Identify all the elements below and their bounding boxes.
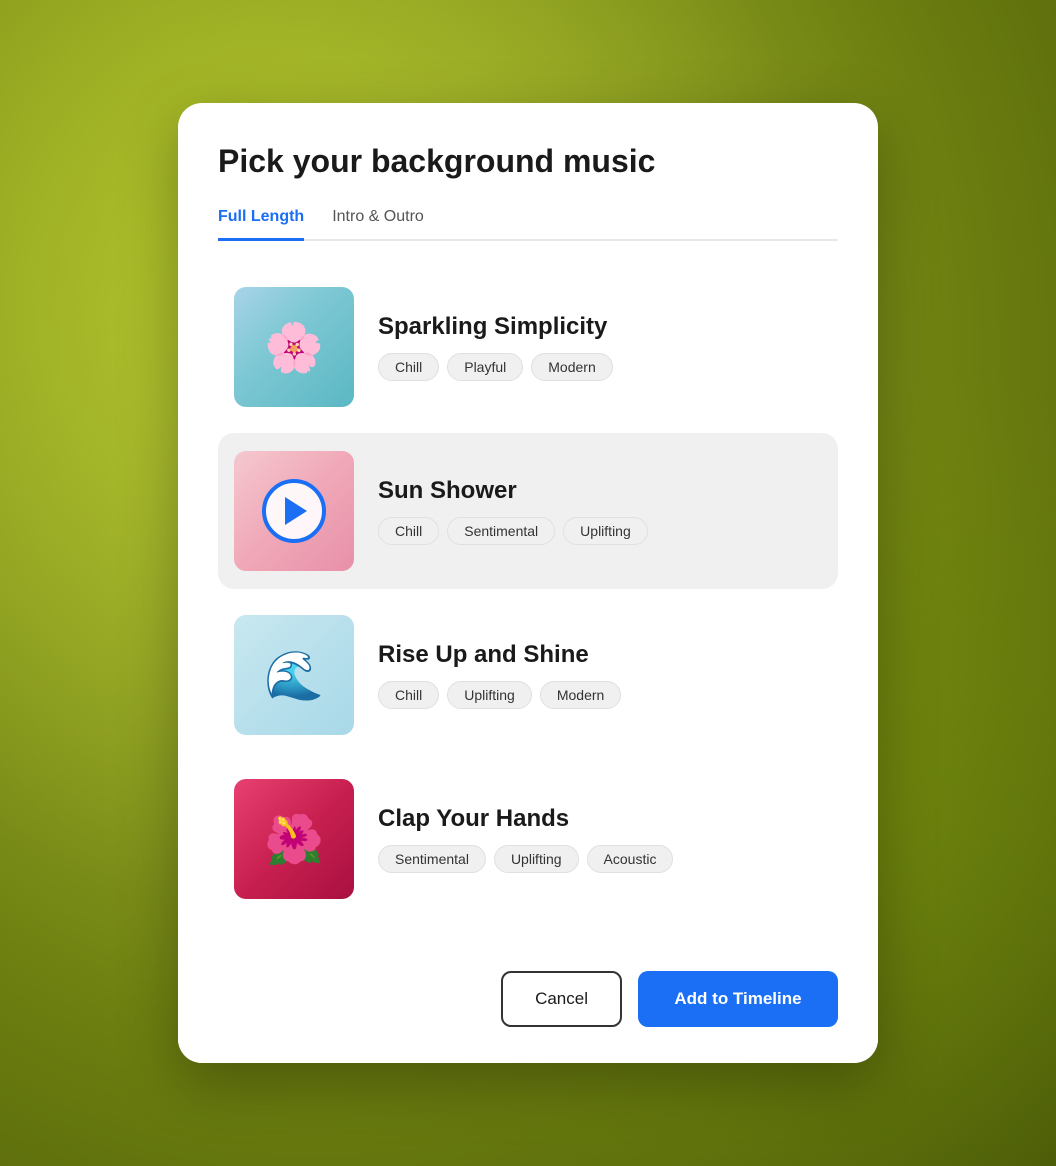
tag-list-rise-up-and-shine: Chill Uplifting Modern [378, 681, 822, 709]
add-to-timeline-button[interactable]: Add to Timeline [638, 971, 838, 1027]
tag-list-sun-shower: Chill Sentimental Uplifting [378, 517, 822, 545]
track-info-sparkling-simplicity: Sparkling Simplicity Chill Playful Moder… [354, 313, 822, 381]
track-thumb-sparkling-simplicity [234, 287, 354, 407]
track-info-sun-shower: Sun Shower Chill Sentimental Uplifting [354, 477, 822, 545]
track-name-rise-up-and-shine: Rise Up and Shine [378, 641, 822, 669]
track-thumb-clap-your-hands [234, 779, 354, 899]
modal-title: Pick your background music [218, 143, 838, 180]
track-info-rise-up-and-shine: Rise Up and Shine Chill Uplifting Modern [354, 641, 822, 709]
tag-modern-2: Modern [540, 681, 621, 709]
track-item-sparkling-simplicity[interactable]: Sparkling Simplicity Chill Playful Moder… [218, 269, 838, 425]
tag-list-clap-your-hands: Sentimental Uplifting Acoustic [378, 845, 822, 873]
music-picker-modal: Pick your background music Full Length I… [178, 103, 878, 1063]
tag-uplifting-1: Uplifting [563, 517, 648, 545]
play-button-sun-shower[interactable] [262, 479, 326, 543]
tag-uplifting-2: Uplifting [447, 681, 532, 709]
tab-full-length[interactable]: Full Length [218, 208, 304, 241]
track-info-clap-your-hands: Clap Your Hands Sentimental Uplifting Ac… [354, 805, 822, 873]
track-list: Sparkling Simplicity Chill Playful Moder… [218, 269, 854, 947]
play-triangle-icon [285, 497, 307, 525]
track-name-sparkling-simplicity: Sparkling Simplicity [378, 313, 822, 341]
tag-uplifting-3: Uplifting [494, 845, 579, 873]
track-thumb-rise-up-and-shine [234, 615, 354, 735]
track-item-sun-shower[interactable]: Sun Shower Chill Sentimental Uplifting [218, 433, 838, 589]
tag-chill-3: Chill [378, 681, 439, 709]
modal-content: Pick your background music Full Length I… [178, 103, 878, 947]
track-name-clap-your-hands: Clap Your Hands [378, 805, 822, 833]
cancel-button[interactable]: Cancel [501, 971, 622, 1027]
track-item-clap-your-hands[interactable]: Clap Your Hands Sentimental Uplifting Ac… [218, 761, 838, 917]
tag-sentimental-1: Sentimental [447, 517, 555, 545]
tab-intro-outro[interactable]: Intro & Outro [332, 208, 424, 241]
tag-chill-2: Chill [378, 517, 439, 545]
tag-sentimental-2: Sentimental [378, 845, 486, 873]
tag-chill-1: Chill [378, 353, 439, 381]
tag-list-sparkling-simplicity: Chill Playful Modern [378, 353, 822, 381]
modal-footer: Cancel Add to Timeline [178, 947, 878, 1063]
track-item-rise-up-and-shine[interactable]: Rise Up and Shine Chill Uplifting Modern [218, 597, 838, 753]
tag-modern-1: Modern [531, 353, 612, 381]
tag-acoustic: Acoustic [587, 845, 674, 873]
track-name-sun-shower: Sun Shower [378, 477, 822, 505]
tag-playful: Playful [447, 353, 523, 381]
tabs-bar: Full Length Intro & Outro [218, 208, 838, 241]
track-thumb-sun-shower [234, 451, 354, 571]
